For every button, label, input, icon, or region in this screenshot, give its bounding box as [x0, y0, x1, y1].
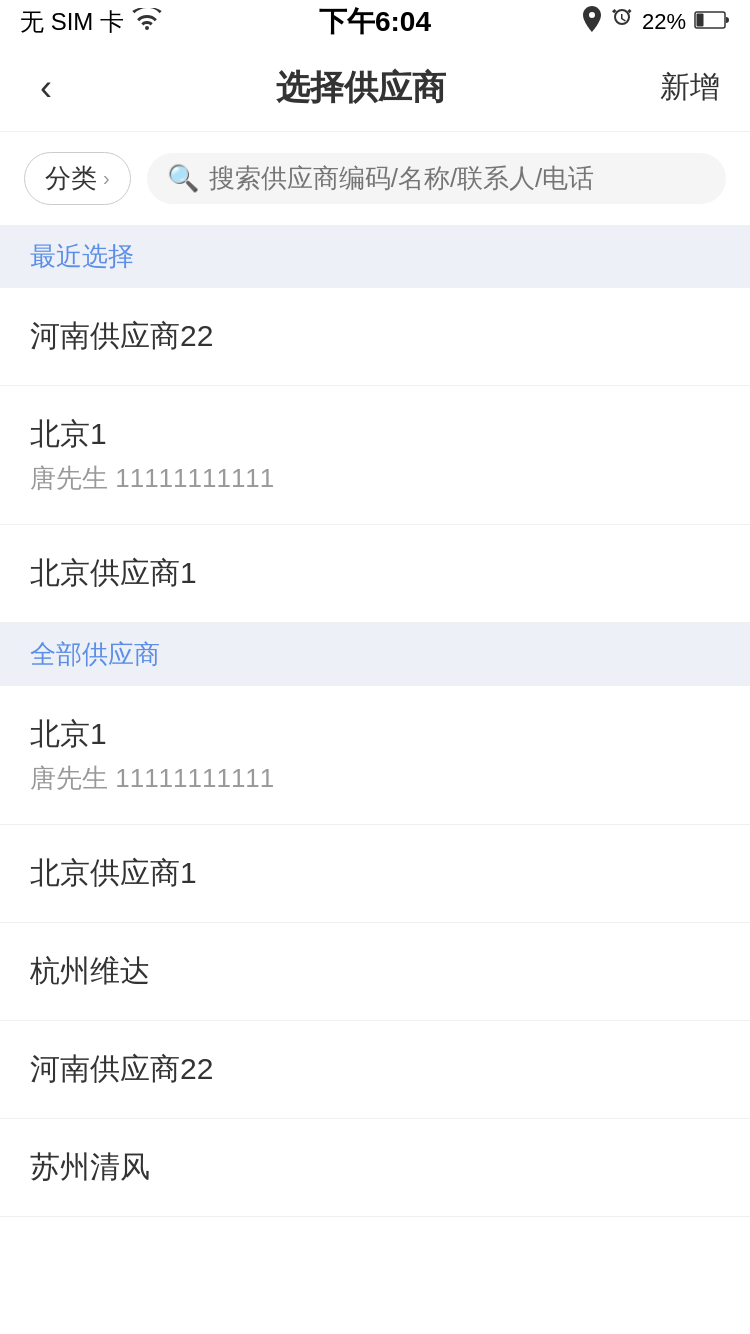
svg-rect-1	[697, 14, 704, 27]
all-items-list: 北京1 唐先生 11111111111 北京供应商1 杭州维达河南供应商22 苏州清风	[0, 686, 750, 1217]
item-sub: 唐先生 11111111111	[30, 461, 720, 496]
all-section-header: 全部供应商	[0, 623, 750, 686]
carrier-label: 无 SIM 卡	[20, 6, 124, 38]
recent-items-list: 河南供应商22 北京1 唐先生 11111111111 北京供应商1	[0, 288, 750, 623]
status-right: 22%	[582, 6, 730, 38]
item-name: 杭州维达	[30, 951, 720, 992]
item-sub: 唐先生 11111111111	[30, 761, 720, 796]
item-name: 北京1	[30, 414, 720, 455]
add-button[interactable]: 新增	[660, 67, 720, 108]
search-input-wrapper: 🔍	[147, 153, 726, 204]
chevron-right-icon: ›	[103, 167, 110, 190]
location-icon	[582, 6, 602, 38]
list-item[interactable]: 北京1 唐先生 11111111111	[0, 686, 750, 825]
search-bar: 分类 › 🔍	[0, 132, 750, 225]
item-name: 河南供应商22	[30, 1049, 720, 1090]
recent-section-header: 最近选择	[0, 225, 750, 288]
alarm-icon	[610, 7, 634, 37]
list-item[interactable]: 杭州维达	[0, 923, 750, 1021]
back-button[interactable]: ‹	[30, 57, 62, 119]
status-time: 下午6:04	[319, 3, 431, 41]
list-item[interactable]: 北京供应商1	[0, 525, 750, 623]
battery-label: 22%	[642, 9, 686, 35]
list-item[interactable]: 河南供应商22	[0, 288, 750, 386]
status-left: 无 SIM 卡	[20, 6, 162, 38]
list-item[interactable]: 河南供应商22	[0, 1021, 750, 1119]
item-name: 北京供应商1	[30, 553, 720, 594]
item-name: 北京供应商1	[30, 853, 720, 894]
page-title: 选择供应商	[276, 65, 446, 111]
list-item[interactable]: 北京1 唐先生 11111111111	[0, 386, 750, 525]
status-bar: 无 SIM 卡 下午6:04 22%	[0, 0, 750, 44]
item-name: 苏州清风	[30, 1147, 720, 1188]
recent-section-label: 最近选择	[30, 241, 134, 271]
all-section-label: 全部供应商	[30, 639, 160, 669]
battery-icon	[694, 9, 730, 35]
category-button[interactable]: 分类 ›	[24, 152, 131, 205]
list-item[interactable]: 北京供应商1	[0, 825, 750, 923]
search-icon: 🔍	[167, 163, 199, 194]
item-name: 河南供应商22	[30, 316, 720, 357]
category-label: 分类	[45, 161, 97, 196]
wifi-icon	[132, 8, 162, 36]
list-item[interactable]: 苏州清风	[0, 1119, 750, 1217]
item-name: 北京1	[30, 714, 720, 755]
search-input[interactable]	[209, 163, 706, 194]
nav-bar: ‹ 选择供应商 新增	[0, 44, 750, 132]
